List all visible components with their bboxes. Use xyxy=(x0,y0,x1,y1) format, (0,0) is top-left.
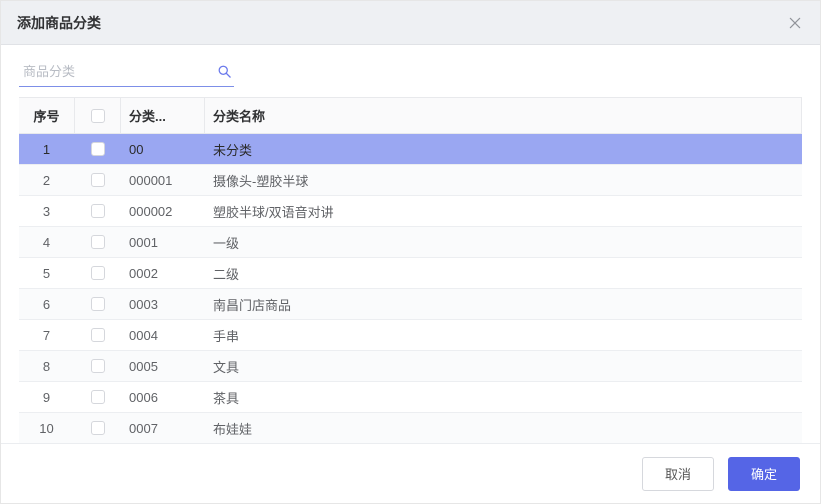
row-checkbox[interactable] xyxy=(91,204,105,218)
cell-code: 000001 xyxy=(121,165,205,195)
cell-index: 8 xyxy=(19,351,75,381)
row-checkbox[interactable] xyxy=(91,266,105,280)
cell-code: 0006 xyxy=(121,382,205,412)
cell-select xyxy=(75,134,121,164)
cell-index: 5 xyxy=(19,258,75,288)
cell-code: 00 xyxy=(121,134,205,164)
row-checkbox[interactable] xyxy=(91,142,105,156)
table-row[interactable]: 3 000002塑胶半球/双语音对讲 xyxy=(19,196,802,227)
col-header-select xyxy=(75,98,121,133)
table-row[interactable]: 2 000001摄像头-塑胶半球 xyxy=(19,165,802,196)
cell-name: 文具 xyxy=(205,351,802,381)
cell-name: 茶具 xyxy=(205,382,802,412)
cell-code: 0002 xyxy=(121,258,205,288)
search-icon xyxy=(217,64,232,79)
dialog-footer: 取消 确定 xyxy=(1,443,820,503)
row-checkbox[interactable] xyxy=(91,421,105,435)
cell-select xyxy=(75,165,121,195)
cell-code: 000002 xyxy=(121,196,205,226)
cell-index: 10 xyxy=(19,413,75,443)
cell-index: 3 xyxy=(19,196,75,226)
cell-index: 2 xyxy=(19,165,75,195)
cell-name: 未分类 xyxy=(205,134,802,164)
cell-select xyxy=(75,382,121,412)
table-row[interactable]: 8 0005文具 xyxy=(19,351,802,382)
table-row[interactable]: 5 0002二级 xyxy=(19,258,802,289)
select-all-checkbox[interactable] xyxy=(91,109,105,123)
cell-index: 4 xyxy=(19,227,75,257)
cell-index: 9 xyxy=(19,382,75,412)
cell-select xyxy=(75,351,121,381)
table-header: 序号 分类... 分类名称 xyxy=(19,98,802,134)
dialog-titlebar: 添加商品分类 xyxy=(1,1,820,45)
dialog-title: 添加商品分类 xyxy=(17,13,101,33)
cell-select xyxy=(75,413,121,443)
row-checkbox[interactable] xyxy=(91,173,105,187)
cancel-button[interactable]: 取消 xyxy=(642,457,714,491)
cell-code: 0005 xyxy=(121,351,205,381)
cell-select xyxy=(75,289,121,319)
row-checkbox[interactable] xyxy=(91,328,105,342)
row-checkbox[interactable] xyxy=(91,235,105,249)
category-table: 序号 分类... 分类名称 1 00未分类 2 000001摄像头-塑胶半球 3 0000… xyxy=(19,97,802,443)
cell-name: 手串 xyxy=(205,320,802,350)
row-checkbox[interactable] xyxy=(91,297,105,311)
cell-code: 0007 xyxy=(121,413,205,443)
col-header-name: 分类名称 xyxy=(205,98,802,133)
cell-name: 摄像头-塑胶半球 xyxy=(205,165,802,195)
table-body[interactable]: 1 00未分类 2 000001摄像头-塑胶半球 3 000002塑胶半球/双语音对讲 4 0… xyxy=(19,134,802,443)
cell-index: 1 xyxy=(19,134,75,164)
cell-name: 一级 xyxy=(205,227,802,257)
table-row[interactable]: 6 0003南昌门店商品 xyxy=(19,289,802,320)
cell-select xyxy=(75,258,121,288)
col-header-code: 分类... xyxy=(121,98,205,133)
col-header-index: 序号 xyxy=(19,98,75,133)
cell-index: 7 xyxy=(19,320,75,350)
table-row[interactable]: 10 0007布娃娃 xyxy=(19,413,802,443)
cell-index: 6 xyxy=(19,289,75,319)
search-field xyxy=(19,57,234,87)
search-button[interactable] xyxy=(214,62,234,82)
cell-select xyxy=(75,227,121,257)
search-input[interactable] xyxy=(19,58,214,86)
close-button[interactable] xyxy=(786,14,804,32)
add-category-dialog: 添加商品分类 序号 分类... xyxy=(0,0,821,504)
cell-name: 布娃娃 xyxy=(205,413,802,443)
cell-select xyxy=(75,196,121,226)
confirm-button[interactable]: 确定 xyxy=(728,457,800,491)
row-checkbox[interactable] xyxy=(91,390,105,404)
cell-code: 0004 xyxy=(121,320,205,350)
table-row[interactable]: 9 0006茶具 xyxy=(19,382,802,413)
cell-code: 0001 xyxy=(121,227,205,257)
table-row[interactable]: 4 0001一级 xyxy=(19,227,802,258)
cell-name: 南昌门店商品 xyxy=(205,289,802,319)
table-row[interactable]: 7 0004手串 xyxy=(19,320,802,351)
row-checkbox[interactable] xyxy=(91,359,105,373)
cell-name: 二级 xyxy=(205,258,802,288)
cell-name: 塑胶半球/双语音对讲 xyxy=(205,196,802,226)
search-wrap xyxy=(19,57,802,87)
cell-code: 0003 xyxy=(121,289,205,319)
table-row[interactable]: 1 00未分类 xyxy=(19,134,802,165)
dialog-content: 序号 分类... 分类名称 1 00未分类 2 000001摄像头-塑胶半球 3 0000… xyxy=(1,45,820,443)
cell-select xyxy=(75,320,121,350)
close-icon xyxy=(788,16,802,30)
